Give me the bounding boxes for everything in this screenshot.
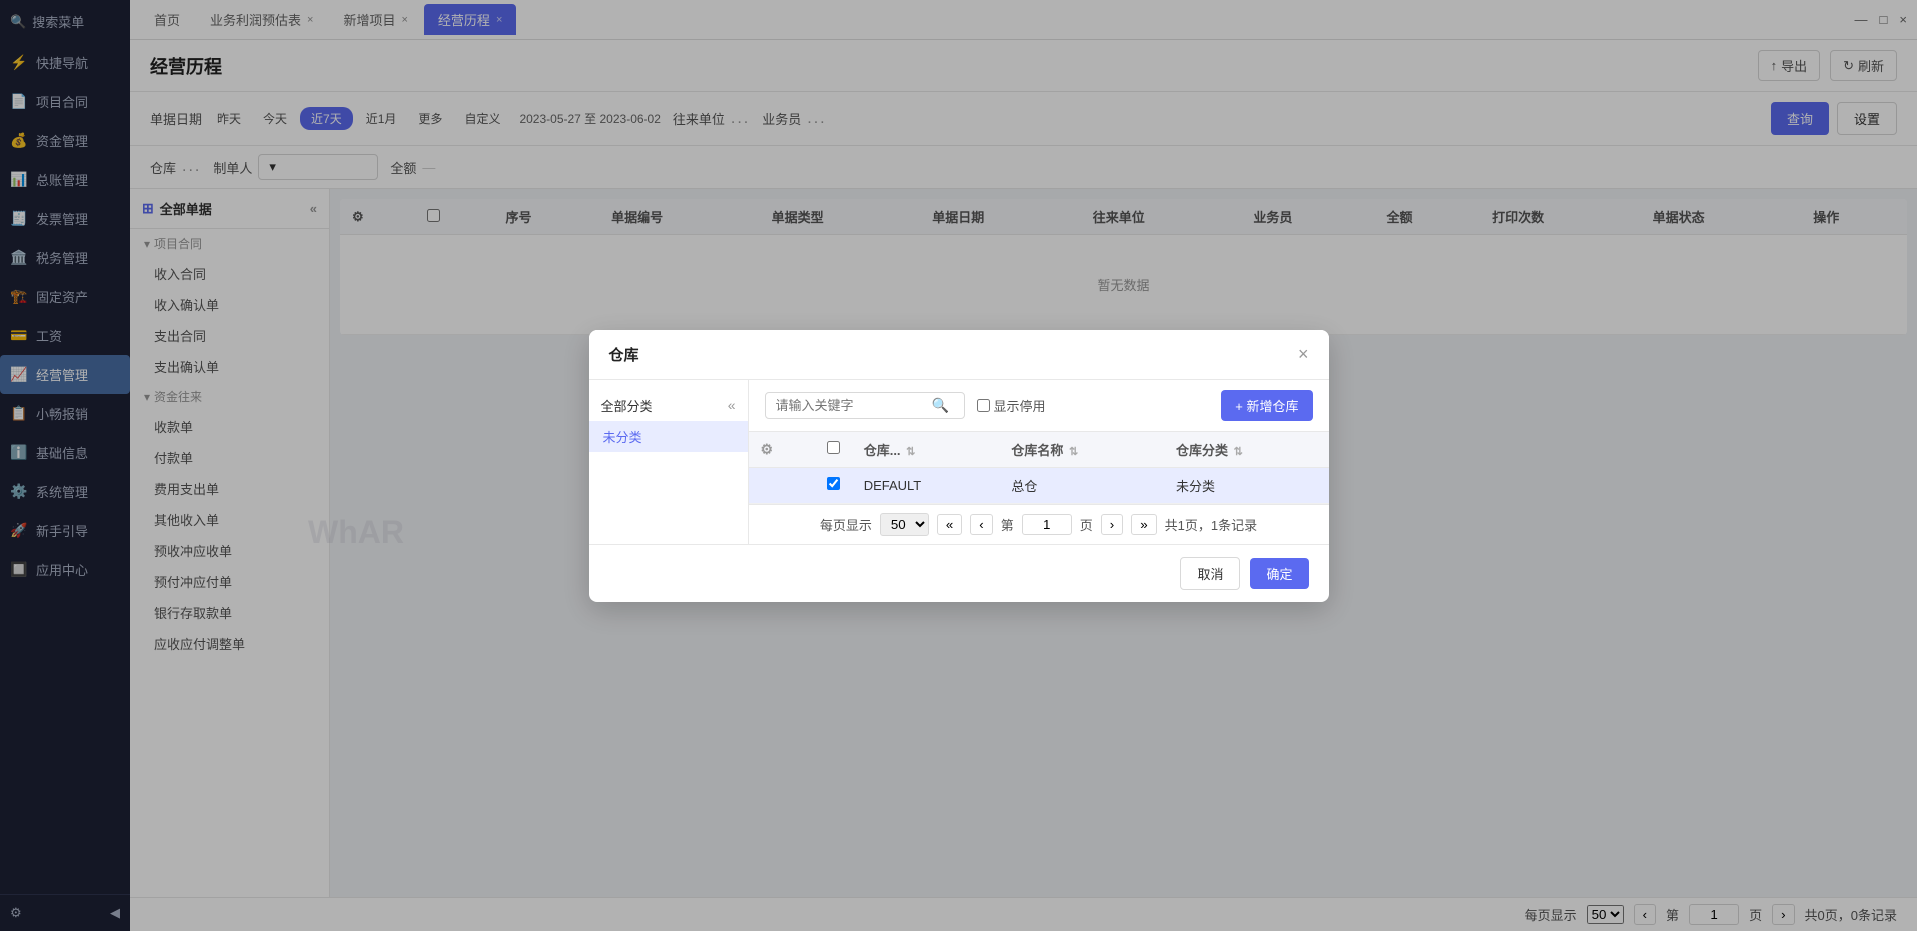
modal-prev-page[interactable]: ‹ (970, 514, 992, 535)
modal-last-page[interactable]: » (1131, 514, 1156, 535)
modal-settings-icon[interactable]: ⚙ (761, 441, 774, 457)
row-checkbox[interactable] (827, 477, 840, 490)
show-disabled-text: 显示停用 (994, 396, 1046, 415)
modal-search-box: 🔍 (765, 392, 965, 419)
sort-category-icon[interactable]: ⇅ (1234, 446, 1243, 458)
modal-close-button[interactable]: × (1298, 344, 1309, 365)
modal-first-page[interactable]: « (937, 514, 962, 535)
modal-col-settings: ⚙ (749, 432, 815, 468)
modal-table-footer: 每页显示 50 « ‹ 第 页 › » 共1页，1条记录 (749, 504, 1329, 544)
row-settings-cell (749, 467, 815, 503)
all-category-label: 全部分类 (601, 396, 653, 415)
modal-col-name: 仓库名称 ⇅ (999, 432, 1164, 468)
modal-per-page-select[interactable]: 50 (880, 513, 929, 536)
modal-footer-buttons: 取消 确定 (589, 544, 1329, 602)
confirm-button[interactable]: 确定 (1250, 558, 1308, 589)
modal-warehouse-table: ⚙ 仓库... ⇅ 仓库名称 (749, 432, 1329, 504)
modal-right-panel: 🔍 显示停用 + 新增仓库 (749, 380, 1329, 544)
row-checkbox-cell (815, 467, 852, 503)
modal-left-toggle[interactable]: « (728, 397, 736, 413)
show-disabled-label[interactable]: 显示停用 (977, 396, 1046, 415)
modal-col-category: 仓库分类 ⇅ (1164, 432, 1329, 468)
col-code-label: 仓库... (864, 443, 901, 458)
modal-page-label: 第 (1001, 515, 1014, 534)
modal-col-code: 仓库... ⇅ (852, 432, 1000, 468)
show-disabled-checkbox[interactable] (977, 399, 990, 412)
modal-overlay: 仓库 × 全部分类 « 未分类 🔍 (0, 0, 1917, 931)
modal-category-unclassified[interactable]: 未分类 (589, 421, 748, 452)
row-category: 未分类 (1164, 467, 1329, 503)
sort-name-icon[interactable]: ⇅ (1069, 446, 1078, 458)
cancel-button[interactable]: 取消 (1180, 557, 1240, 590)
modal-next-page[interactable]: › (1101, 514, 1123, 535)
modal-select-all[interactable] (827, 441, 840, 454)
search-icon: 🔍 (932, 397, 949, 414)
modal-header: 仓库 × (589, 330, 1329, 380)
modal-total-info: 共1页，1条记录 (1165, 515, 1257, 534)
modal-title: 仓库 (609, 344, 639, 365)
modal-table-wrap: ⚙ 仓库... ⇅ 仓库名称 (749, 432, 1329, 504)
row-code: DEFAULT (852, 467, 1000, 503)
modal-col-checkbox (815, 432, 852, 468)
col-category-label: 仓库分类 (1176, 443, 1228, 458)
col-name-label: 仓库名称 (1011, 443, 1063, 458)
modal-toolbar: 🔍 显示停用 + 新增仓库 (749, 380, 1329, 432)
modal-page-suffix: 页 (1080, 515, 1093, 534)
modal-body: 全部分类 « 未分类 🔍 显示停用 (589, 380, 1329, 544)
sort-code-icon[interactable]: ⇅ (906, 446, 915, 458)
modal-per-page-label: 每页显示 (820, 515, 872, 534)
add-warehouse-button[interactable]: + 新增仓库 (1221, 390, 1312, 421)
modal-left-panel: 全部分类 « 未分类 (589, 380, 749, 544)
warehouse-modal: 仓库 × 全部分类 « 未分类 🔍 (589, 330, 1329, 602)
table-row[interactable]: DEFAULT 总仓 未分类 (749, 467, 1329, 503)
modal-page-input[interactable] (1022, 514, 1072, 535)
modal-search-input[interactable] (776, 398, 926, 413)
modal-left-header: 全部分类 « (589, 390, 748, 421)
row-name: 总仓 (999, 467, 1164, 503)
